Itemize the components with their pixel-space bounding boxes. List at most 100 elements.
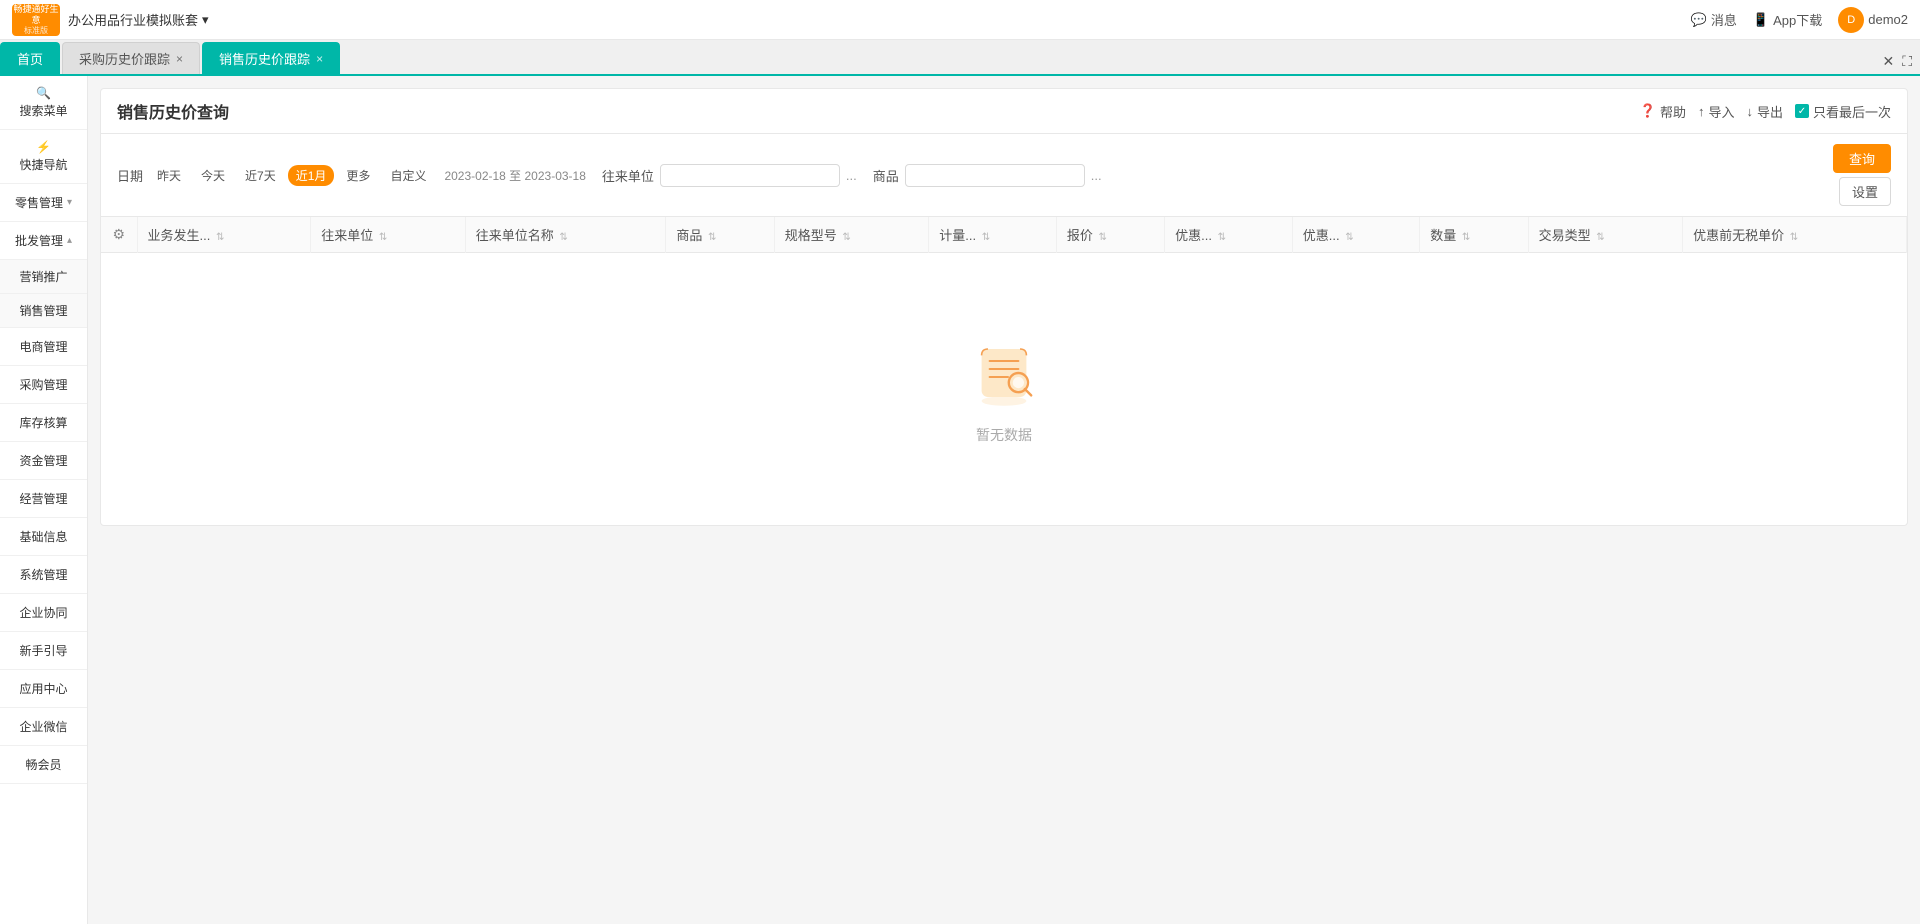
user-area[interactable]: D demo2 [1838,7,1908,33]
export-button[interactable]: ↓ 导出 [1746,102,1783,121]
query-button[interactable]: 查询 [1833,144,1891,173]
message-label: 消息 [1711,10,1737,29]
help-button[interactable]: ❓ 帮助 [1640,102,1686,121]
account-name: 办公用品行业模拟账套 [68,10,198,29]
weixin-label: 企业微信 [19,718,67,735]
date-tab-more[interactable]: 更多 [338,165,378,186]
sort-biz-date-icon: ⇅ [216,232,224,243]
tab-purchase-history-close[interactable]: × [176,52,183,66]
sidebar-item-finance[interactable]: 资金管理 [0,442,87,480]
date-tab-custom[interactable]: 自定义 [382,165,434,186]
message-button[interactable]: 💬 消息 [1691,10,1737,29]
col-price-label: 报价 [1067,228,1093,243]
sidebar-item-sales-mgmt[interactable]: 销售管理 [0,294,87,328]
col-discount2-label: 优惠... [1303,228,1340,243]
column-trade-type[interactable]: 交易类型 ⇅ [1528,217,1683,253]
sidebar-item-quick-nav[interactable]: ⚡ 快捷导航 [0,130,87,184]
sidebar-item-wholesale[interactable]: 批发管理 ▴ [0,222,87,260]
sort-unit-icon: ⇅ [982,232,990,243]
sidebar-item-app-center[interactable]: 应用中心 [0,670,87,708]
sidebar-item-guide[interactable]: 新手引导 [0,632,87,670]
sort-discount2-icon: ⇅ [1345,232,1353,243]
user-name: demo2 [1868,12,1908,27]
checkbox-checked-icon: ✓ [1795,104,1809,118]
page-header-actions: ❓ 帮助 ↑ 导入 ↓ 导出 ✓ 只看最后一次 [1640,102,1891,121]
account-dropdown[interactable]: 办公用品行业模拟账套 ▾ [68,10,209,29]
date-tabs: 昨天 今天 近7天 近1月 更多 自定义 [149,165,434,186]
column-goods[interactable]: 商品 ⇅ [666,217,774,253]
column-partner-name[interactable]: 往来单位名称 ⇅ [465,217,666,253]
goods-input[interactable] [905,164,1085,187]
import-button[interactable]: ↑ 导入 [1698,102,1735,121]
sidebar-item-member[interactable]: 畅会员 [0,746,87,784]
tab-purchase-history[interactable]: 采购历史价跟踪 × [62,42,200,74]
column-discount1[interactable]: 优惠... ⇅ [1165,217,1293,253]
sidebar-item-marketing[interactable]: 营销推广 [0,260,87,294]
sidebar-item-ecommerce[interactable]: 电商管理 [0,328,87,366]
purchase-label: 采购管理 [19,376,67,393]
column-quantity[interactable]: 数量 ⇅ [1420,217,1528,253]
partner-ellipsis[interactable]: ... [846,168,857,183]
date-filter-label: 日期 [117,166,143,185]
sort-price-icon: ⇅ [1098,232,1106,243]
tab-sales-history-close[interactable]: × [316,52,323,66]
date-tab-yesterday[interactable]: 昨天 [149,165,189,186]
tab-expand-icon[interactable]: ⛶ [1902,53,1912,70]
member-label: 畅会员 [25,756,61,773]
column-biz-date[interactable]: 业务发生... ⇅ [137,217,311,253]
partner-input[interactable] [660,164,840,187]
goods-ellipsis[interactable]: ... [1091,168,1102,183]
avatar: D [1838,7,1864,33]
app-download-button[interactable]: 📱 App下载 [1753,10,1822,29]
sales-mgmt-label: 销售管理 [19,304,67,318]
col-trade-type-label: 交易类型 [1539,228,1591,243]
sort-trade-type-icon: ⇅ [1596,232,1604,243]
col-partner-name-label: 往来单位名称 [476,228,554,243]
date-tab-today[interactable]: 今天 [193,165,233,186]
search-icon: 🔍 [36,86,51,100]
sidebar-item-system[interactable]: 系统管理 [0,556,87,594]
filter-bar-right: 查询 设置 [1833,144,1891,206]
logo-text: 畅捷通好生意 [12,4,60,26]
date-tab-7days[interactable]: 近7天 [237,165,284,186]
col-unit-label: 计量... [939,228,976,243]
tab-bar-actions: ✕ ⛶ [1882,53,1920,74]
sidebar-item-basic-info[interactable]: 基础信息 [0,518,87,556]
partner-filter-group: 往来单位 ... [602,164,857,187]
gear-icon: ⚙ [112,226,125,242]
help-label: 帮助 [1660,102,1686,121]
tab-bar: 首页 采购历史价跟踪 × 销售历史价跟踪 × ✕ ⛶ [0,40,1920,76]
column-unit[interactable]: 计量... ⇅ [929,217,1057,253]
sidebar: 🔍 搜索菜单 ⚡ 快捷导航 零售管理 ▾ 批发管理 ▴ 营销推广 销售管理 电商… [0,76,88,924]
tab-sales-history[interactable]: 销售历史价跟踪 × [202,42,340,74]
col-goods-label: 商品 [676,228,702,243]
sort-discount1-icon: ⇅ [1218,232,1226,243]
column-price[interactable]: 报价 ⇅ [1056,217,1164,253]
top-bar-title-area: 办公用品行业模拟账套 ▾ [68,10,1683,29]
sidebar-item-enterprise[interactable]: 企业协同 [0,594,87,632]
sidebar-item-inventory[interactable]: 库存核算 [0,404,87,442]
column-discount2[interactable]: 优惠... ⇅ [1292,217,1420,253]
empty-icon [964,333,1044,413]
last-one-checkbox[interactable]: ✓ 只看最后一次 [1795,102,1891,121]
col-pre-tax-price-label: 优惠前无税单价 [1693,228,1784,243]
tab-sales-history-label: 销售历史价跟踪 [219,49,310,68]
import-icon: ↑ [1698,104,1705,119]
column-spec[interactable]: 规格型号 ⇅ [774,217,929,253]
inventory-label: 库存核算 [19,414,67,431]
page-container: 销售历史价查询 ❓ 帮助 ↑ 导入 ↓ 导出 ✓ [100,88,1908,526]
column-partner-code[interactable]: 往来单位 ⇅ [311,217,466,253]
sidebar-item-search[interactable]: 🔍 搜索菜单 [0,76,87,130]
settings-button[interactable]: 设置 [1839,177,1891,206]
column-pre-tax-price[interactable]: 优惠前无税单价 ⇅ [1683,217,1907,253]
sidebar-item-operations[interactable]: 经营管理 [0,480,87,518]
sidebar-item-retail[interactable]: 零售管理 ▾ [0,184,87,222]
sidebar-item-purchase[interactable]: 采购管理 [0,366,87,404]
tab-home[interactable]: 首页 [0,42,60,74]
column-settings[interactable]: ⚙ [101,217,137,253]
sidebar-item-weixin[interactable]: 企业微信 [0,708,87,746]
date-tab-1month[interactable]: 近1月 [288,165,335,186]
guide-label: 新手引导 [19,642,67,659]
enterprise-label: 企业协同 [19,604,67,621]
tab-close-all-icon[interactable]: ✕ [1882,53,1894,70]
